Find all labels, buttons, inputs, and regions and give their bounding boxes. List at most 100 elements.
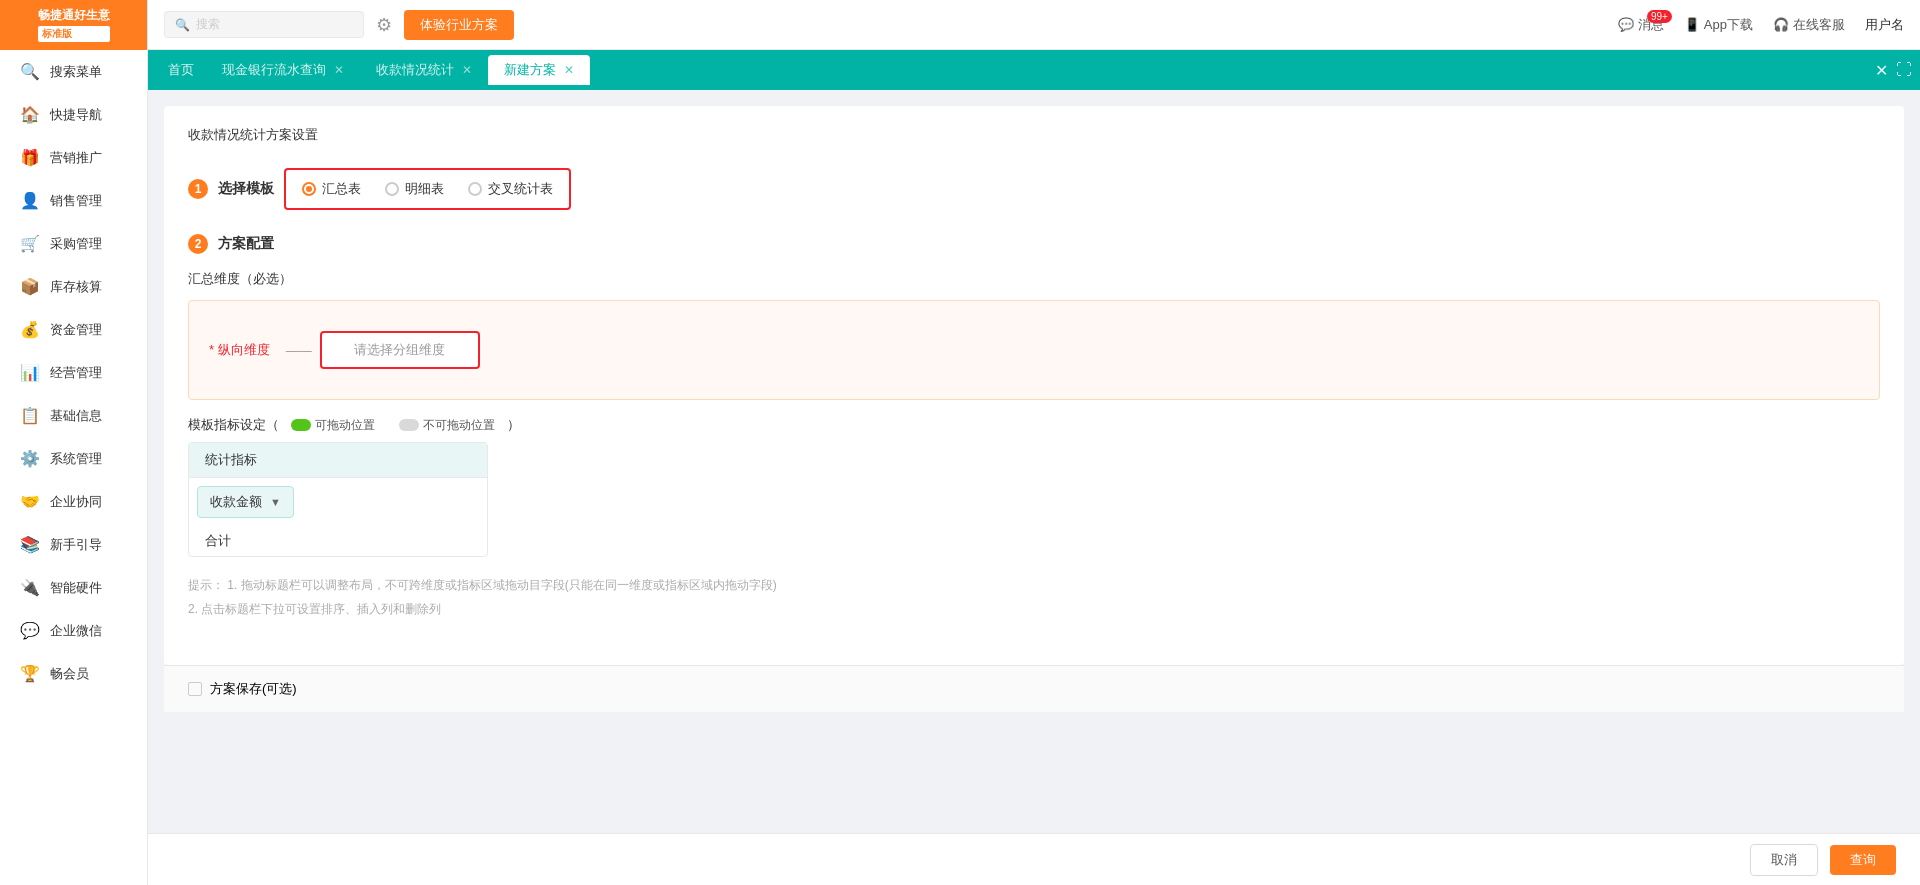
hint-item-2: 2. 点击标题栏下拉可设置排序、插入列和删除列 xyxy=(188,597,1880,621)
sidebar-item-system[interactable]: ⚙️ 系统管理 xyxy=(0,437,147,480)
message-icon: 💬 xyxy=(1618,17,1634,32)
operation-icon: 📊 xyxy=(20,363,40,382)
message-btn[interactable]: 💬 99+ 消息 xyxy=(1618,16,1664,34)
app-logo: 畅捷通好生意 标准版 xyxy=(0,0,147,50)
topbar-right: 💬 99+ 消息 📱 App下载 🎧 在线客服 用户名 xyxy=(1618,16,1904,34)
metrics-config: 模板指标设定（ 可拖动位置 不可拖动位置 ） 统计指标 xyxy=(188,416,1880,557)
close-new-scheme-icon[interactable]: ✕ xyxy=(564,63,574,77)
sidebar-item-basic-info[interactable]: 📋 基础信息 xyxy=(0,394,147,437)
sidebar-label-membership: 畅会员 xyxy=(50,665,89,683)
metrics-tag[interactable]: 收款金额 ▼ xyxy=(197,486,294,518)
topbar: 🔍 搜索 ⚙ 体验行业方案 💬 99+ 消息 📱 App下载 🎧 在线客服 用户… xyxy=(148,0,1920,50)
system-icon: ⚙️ xyxy=(20,449,40,468)
trial-btn[interactable]: 体验行业方案 xyxy=(404,10,514,40)
sidebar-item-sales[interactable]: 👤 销售管理 xyxy=(0,179,147,222)
radio-summary[interactable]: 汇总表 xyxy=(302,180,361,198)
dimension-select-btn[interactable]: 请选择分组维度 xyxy=(320,331,480,369)
message-badge: 99+ xyxy=(1647,10,1672,23)
sidebar-item-finance[interactable]: 💰 资金管理 xyxy=(0,308,147,351)
sidebar-item-inventory[interactable]: 📦 库存核算 xyxy=(0,265,147,308)
template-options: 汇总表 明细表 交叉统计表 xyxy=(284,168,571,210)
app-download-label: App下载 xyxy=(1704,16,1753,34)
save-checkbox[interactable] xyxy=(188,682,202,696)
query-button[interactable]: 查询 xyxy=(1830,845,1896,875)
basic-info-icon: 📋 xyxy=(20,406,40,425)
radio-cross-label: 交叉统计表 xyxy=(488,180,553,198)
app-name: 畅捷通好生意 xyxy=(38,8,110,24)
form-card: 收款情况统计方案设置 1 选择模板 汇总表 明细表 交 xyxy=(164,106,1904,665)
sidebar-label-inventory: 库存核算 xyxy=(50,278,102,296)
search-icon: 🔍 xyxy=(175,18,190,32)
sidebar-label-system: 系统管理 xyxy=(50,450,102,468)
radio-summary-btn[interactable] xyxy=(302,182,316,196)
sidebar-item-smart-hardware[interactable]: 🔌 智能硬件 xyxy=(0,566,147,609)
sidebar-label-operation: 经营管理 xyxy=(50,364,102,382)
close-cash-bank-icon[interactable]: ✕ xyxy=(334,63,344,77)
sidebar-item-enterprise-wechat[interactable]: 💬 企业微信 xyxy=(0,609,147,652)
save-label: 方案保存(可选) xyxy=(210,680,297,698)
minimize-icon[interactable]: ✕ xyxy=(1875,61,1888,80)
radio-detail[interactable]: 明细表 xyxy=(385,180,444,198)
page-title: 收款情况统计方案设置 xyxy=(188,126,1880,152)
sidebar-label-quick-nav: 快捷导航 xyxy=(50,106,102,124)
search-box[interactable]: 🔍 搜索 xyxy=(164,11,364,38)
maximize-icon[interactable]: ⛶ xyxy=(1896,61,1912,79)
dimension-area: * 纵向维度 —— 请选择分组维度 xyxy=(188,300,1880,400)
app-download-btn[interactable]: 📱 App下载 xyxy=(1684,16,1753,34)
sidebar-item-purchase[interactable]: 🛒 采购管理 xyxy=(0,222,147,265)
step2-header: 2 方案配置 xyxy=(188,234,1880,254)
sidebar-label-finance: 资金管理 xyxy=(50,321,102,339)
sidebar-item-membership[interactable]: 🏆 畅会员 xyxy=(0,652,147,695)
sidebar-label-purchase: 采购管理 xyxy=(50,235,102,253)
finance-icon: 💰 xyxy=(20,320,40,339)
metrics-area-header: 统计指标 xyxy=(189,443,487,478)
purchase-icon: 🛒 xyxy=(20,234,40,253)
tabbar: 首页 现金银行流水查询 ✕ 收款情况统计 ✕ 新建方案 ✕ ✕ ⛶ xyxy=(148,50,1920,90)
step1-label: 选择模板 xyxy=(218,180,274,198)
sidebar: 畅捷通好生意 标准版 🔍 搜索菜单 🏠 快捷导航 🎁 营销推广 👤 销售管理 🛒… xyxy=(0,0,148,885)
settings-icon[interactable]: ⚙ xyxy=(376,14,392,36)
radio-cross[interactable]: 交叉统计表 xyxy=(468,180,553,198)
sidebar-label-sales: 销售管理 xyxy=(50,192,102,210)
tab-home-label: 首页 xyxy=(168,61,194,79)
dimension-title: 汇总维度（必选） xyxy=(188,270,1880,288)
close-receipt-stats-icon[interactable]: ✕ xyxy=(462,63,472,77)
radio-detail-btn[interactable] xyxy=(385,182,399,196)
sales-icon: 👤 xyxy=(20,191,40,210)
metrics-tag-label: 收款金额 xyxy=(210,493,262,511)
hint-section: 提示： 1. 拖动标题栏可以调整布局，不可跨维度或指标区域拖动目字段(只能在同一… xyxy=(188,573,1880,621)
tab-new-scheme[interactable]: 新建方案 ✕ xyxy=(488,55,590,85)
sidebar-item-enterprise-collab[interactable]: 🤝 企业协同 xyxy=(0,480,147,523)
config-section: 汇总维度（必选） * 纵向维度 —— 请选择分组维度 模板指标设定（ 可拖动位置 xyxy=(188,270,1880,621)
step2-label: 方案配置 xyxy=(218,235,274,253)
quick-nav-icon: 🏠 xyxy=(20,105,40,124)
app-edition: 标准版 xyxy=(38,26,110,42)
radio-cross-btn[interactable] xyxy=(468,182,482,196)
sidebar-item-marketing[interactable]: 🎁 营销推广 xyxy=(0,136,147,179)
dimension-arrow: —— xyxy=(286,343,312,358)
tab-new-scheme-label: 新建方案 xyxy=(504,61,556,79)
metrics-config-label: 模板指标设定（ xyxy=(188,416,279,434)
non-draggable-indicator xyxy=(399,419,419,431)
tab-cash-bank[interactable]: 现金银行流水查询 ✕ xyxy=(206,55,360,85)
sidebar-item-quick-nav[interactable]: 🏠 快捷导航 xyxy=(0,93,147,136)
sidebar-item-search-menu[interactable]: 🔍 搜索菜单 xyxy=(0,50,147,93)
online-support-btn[interactable]: 🎧 在线客服 xyxy=(1773,16,1845,34)
radio-detail-label: 明细表 xyxy=(405,180,444,198)
dimension-required-label: * 纵向维度 xyxy=(209,341,270,359)
tab-home[interactable]: 首页 xyxy=(156,55,206,85)
newbie-icon: 📚 xyxy=(20,535,40,554)
sidebar-item-operation[interactable]: 📊 经营管理 xyxy=(0,351,147,394)
draggable-label: 可拖动位置 xyxy=(315,417,375,434)
online-support-icon: 🎧 xyxy=(1773,17,1789,32)
marketing-icon: 🎁 xyxy=(20,148,40,167)
sidebar-label-enterprise-wechat: 企业微信 xyxy=(50,622,102,640)
sidebar-item-newbie[interactable]: 📚 新手引导 xyxy=(0,523,147,566)
username-label[interactable]: 用户名 xyxy=(1865,16,1904,34)
step1-num: 1 xyxy=(188,179,208,199)
step2-num: 2 xyxy=(188,234,208,254)
cancel-button[interactable]: 取消 xyxy=(1750,844,1818,876)
metrics-config-end: ） xyxy=(507,416,520,434)
tab-receipt-stats[interactable]: 收款情况统计 ✕ xyxy=(360,55,488,85)
footer-bar: 取消 查询 xyxy=(148,833,1920,885)
